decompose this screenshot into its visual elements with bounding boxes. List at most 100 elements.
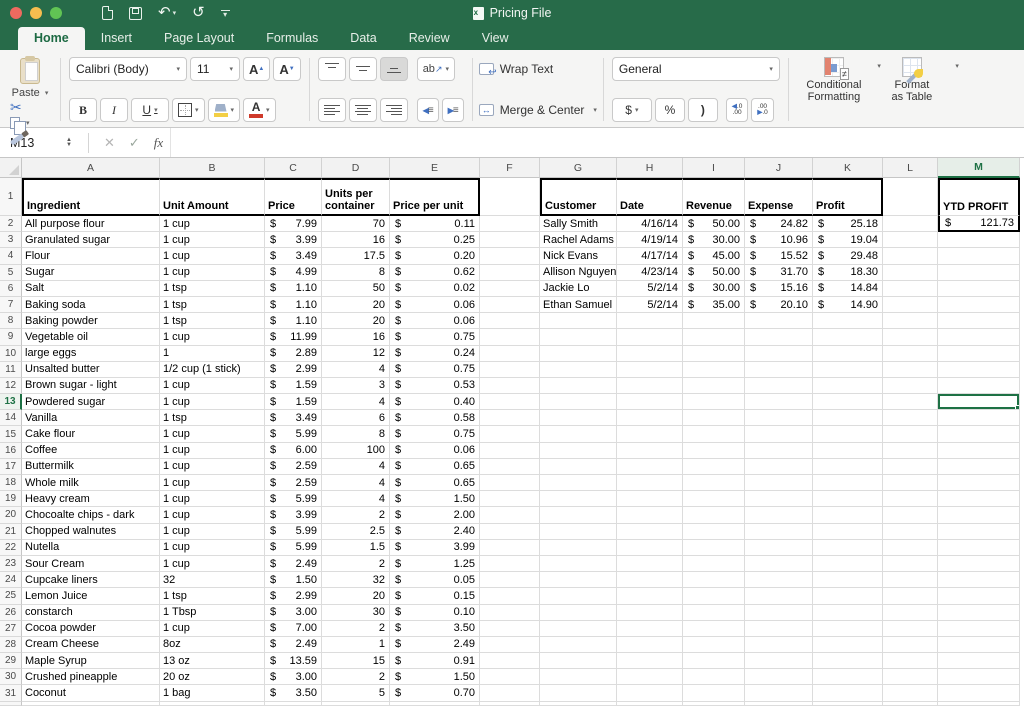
cell-C1[interactable]: Price [265, 178, 322, 216]
cell-I7[interactable]: $35.00 [683, 297, 745, 313]
cell-D8[interactable]: 20 [322, 313, 390, 329]
cell-C6[interactable]: $1.10 [265, 281, 322, 297]
cell-H11[interactable] [617, 362, 683, 378]
row-header-4[interactable]: 4 [0, 248, 22, 264]
row-header-12[interactable]: 12 [0, 378, 22, 394]
merge-center-dropdown-caret[interactable]: ▾ [593, 106, 597, 114]
align-center-button[interactable] [349, 98, 377, 122]
cell-H16[interactable] [617, 443, 683, 459]
cell-A21[interactable]: Chopped walnutes [22, 524, 160, 540]
cell-M19[interactable] [938, 491, 1020, 507]
cell-A12[interactable]: Brown sugar - light [22, 378, 160, 394]
cell-H1[interactable]: Date [617, 178, 683, 216]
cell-H3[interactable]: 4/19/14 [617, 232, 683, 248]
cell-F4[interactable] [480, 248, 540, 264]
cell-L16[interactable] [883, 443, 938, 459]
cell-F11[interactable] [480, 362, 540, 378]
column-header-L[interactable]: L [883, 158, 938, 178]
row-header-13[interactable]: 13 [0, 394, 22, 410]
cell-B6[interactable]: 1 tsp [160, 281, 265, 297]
cell-E30[interactable]: $1.50 [390, 669, 480, 685]
cell-L26[interactable] [883, 605, 938, 621]
cell-A19[interactable]: Heavy cream [22, 491, 160, 507]
insert-function-button[interactable]: fx [154, 135, 163, 151]
row-header-11[interactable]: 11 [0, 362, 22, 378]
column-header-A[interactable]: A [22, 158, 160, 178]
row-header-8[interactable]: 8 [0, 313, 22, 329]
cell-D25[interactable]: 20 [322, 588, 390, 604]
cell-A30[interactable]: Crushed pineapple [22, 669, 160, 685]
cell-E25[interactable]: $0.15 [390, 588, 480, 604]
cell-A20[interactable]: Chocoalte chips - dark [22, 507, 160, 523]
cell-G12[interactable] [540, 378, 617, 394]
cell-H2[interactable]: 4/16/14 [617, 216, 683, 232]
cell-F16[interactable] [480, 443, 540, 459]
cell-H29[interactable] [617, 653, 683, 669]
cell-I3[interactable]: $30.00 [683, 232, 745, 248]
cell-L1[interactable] [883, 178, 938, 216]
cell-H7[interactable]: 5/2/14 [617, 297, 683, 313]
cell-B9[interactable]: 1 cup [160, 329, 265, 345]
cell-E28[interactable]: $2.49 [390, 637, 480, 653]
cell-L32[interactable] [883, 702, 938, 706]
cell-E6[interactable]: $0.02 [390, 281, 480, 297]
row-header-5[interactable]: 5 [0, 265, 22, 281]
column-header-E[interactable]: E [390, 158, 480, 178]
align-left-button[interactable] [318, 98, 346, 122]
cell-A3[interactable]: Granulated sugar [22, 232, 160, 248]
wrap-text-button[interactable]: Wrap Text [479, 57, 597, 81]
cell-C15[interactable]: $5.99 [265, 426, 322, 442]
cell-C27[interactable]: $7.00 [265, 621, 322, 637]
cell-G8[interactable] [540, 313, 617, 329]
font-name-select[interactable]: Calibri (Body)▾ [69, 57, 187, 81]
cell-H17[interactable] [617, 459, 683, 475]
cell-H9[interactable] [617, 329, 683, 345]
fill-color-dropdown-caret[interactable]: ▾ [231, 106, 235, 114]
cell-E7[interactable]: $0.06 [390, 297, 480, 313]
cell-L20[interactable] [883, 507, 938, 523]
cell-A5[interactable]: Sugar [22, 265, 160, 281]
copy-dropdown-caret[interactable]: ▾ [26, 119, 30, 127]
cell-I14[interactable] [683, 410, 745, 426]
cell-J6[interactable]: $15.16 [745, 281, 813, 297]
cell-K24[interactable] [813, 572, 883, 588]
cell-C5[interactable]: $4.99 [265, 265, 322, 281]
cell-J24[interactable] [745, 572, 813, 588]
column-header-J[interactable]: J [745, 158, 813, 178]
cell-F29[interactable] [480, 653, 540, 669]
cell-F10[interactable] [480, 346, 540, 362]
row-header-32[interactable] [0, 702, 22, 706]
borders-button[interactable]: ▾ [172, 98, 205, 122]
cell-D13[interactable]: 4 [322, 394, 390, 410]
cell-D22[interactable]: 1.5 [322, 540, 390, 556]
orientation-button[interactable]: ab▾ [417, 57, 455, 81]
cell-M25[interactable] [938, 588, 1020, 604]
cell-I2[interactable]: $50.00 [683, 216, 745, 232]
cell-L22[interactable] [883, 540, 938, 556]
cell-D11[interactable]: 4 [322, 362, 390, 378]
cell-A23[interactable]: Sour Cream [22, 556, 160, 572]
cell-I21[interactable] [683, 524, 745, 540]
cell-M22[interactable] [938, 540, 1020, 556]
cell-E22[interactable]: $3.99 [390, 540, 480, 556]
cell-L13[interactable] [883, 394, 938, 410]
cell-E18[interactable]: $0.65 [390, 475, 480, 491]
cell-C2[interactable]: $7.99 [265, 216, 322, 232]
cell-K12[interactable] [813, 378, 883, 394]
cell-E2[interactable]: $0.11 [390, 216, 480, 232]
cell-F2[interactable] [480, 216, 540, 232]
cell-C13[interactable]: $1.59 [265, 394, 322, 410]
cell-E23[interactable]: $1.25 [390, 556, 480, 572]
cell-M20[interactable] [938, 507, 1020, 523]
cut-button[interactable]: ✂ [10, 101, 52, 113]
tab-insert[interactable]: Insert [85, 27, 148, 50]
cell-G13[interactable] [540, 394, 617, 410]
cell-B15[interactable]: 1 cup [160, 426, 265, 442]
cell-K9[interactable] [813, 329, 883, 345]
row-header-21[interactable]: 21 [0, 524, 22, 540]
cell-A27[interactable]: Cocoa powder [22, 621, 160, 637]
cell-M4[interactable] [938, 248, 1020, 264]
cell-A8[interactable]: Baking powder [22, 313, 160, 329]
cell-M2[interactable]: $121.73 [938, 216, 1020, 232]
formula-input[interactable] [170, 128, 1024, 157]
